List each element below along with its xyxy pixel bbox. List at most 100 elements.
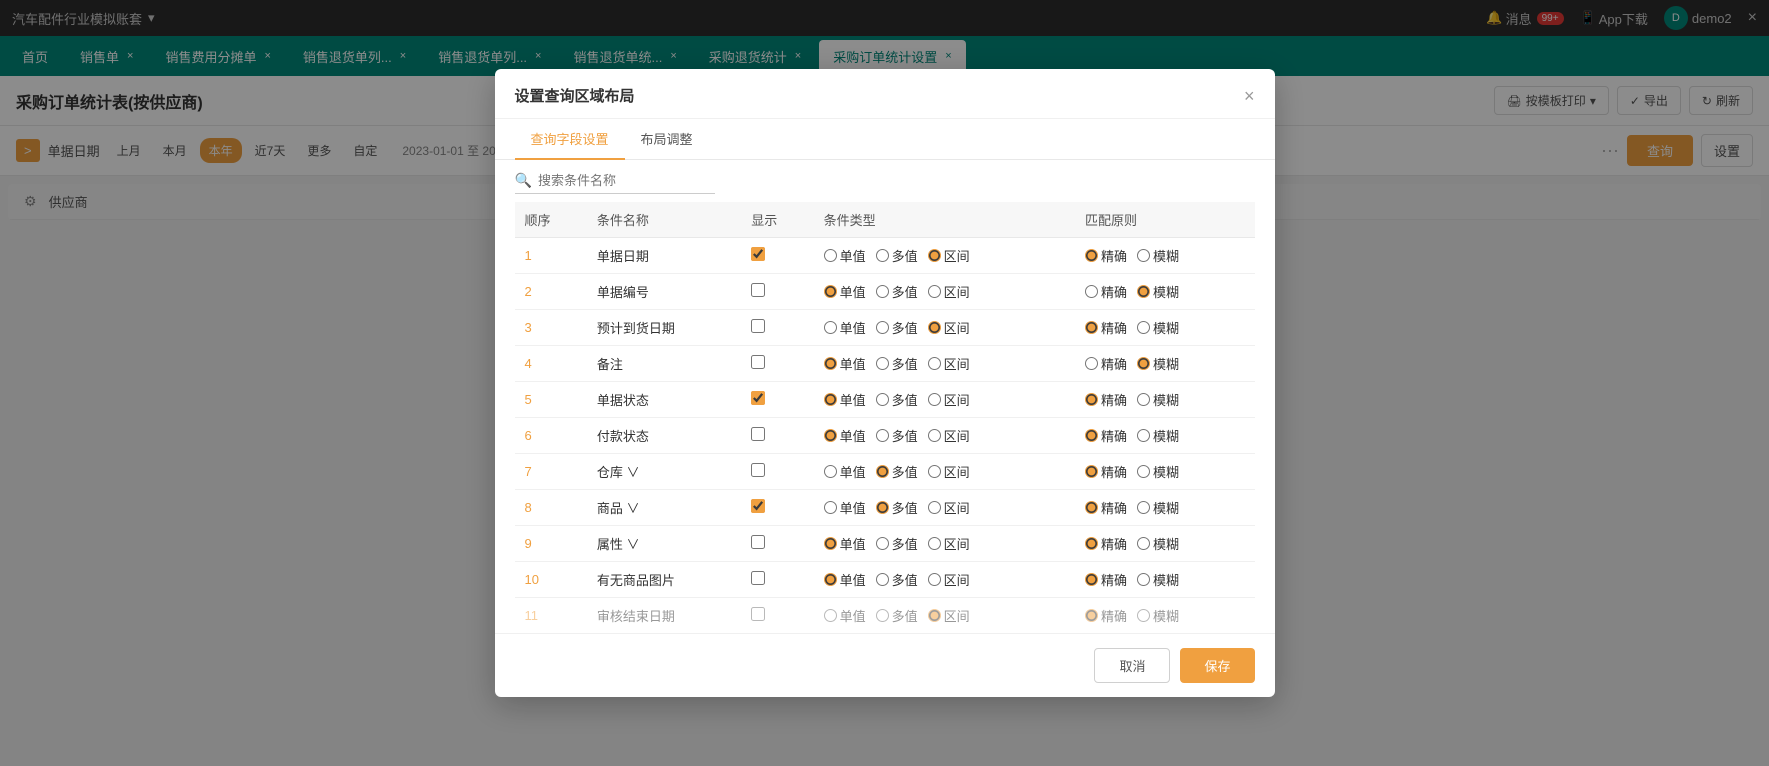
type-type_multi-option[interactable]: 多值 [876,354,918,373]
show-checkbox[interactable] [751,499,765,513]
match-match_fuzzy-option[interactable]: 模糊 [1137,318,1179,337]
type-type_range-option[interactable]: 区间 [928,390,970,409]
match-match_exact-option[interactable]: 精确 [1085,246,1127,265]
match-match_exact-option[interactable]: 精确 [1085,390,1127,409]
show-checkbox[interactable] [751,391,765,405]
match-match_fuzzy-option[interactable]: 模糊 [1137,246,1179,265]
show-checkbox[interactable] [751,355,765,369]
type-type_range-option[interactable]: 区间 [928,246,970,265]
table-row: 7仓库 ∨单值多值区间精确模糊 [515,454,1255,490]
match-match_exact-option[interactable]: 精确 [1085,354,1127,373]
modal-overlay: 设置查询区域布局 × 查询字段设置 布局调整 🔍 顺序 条件名称 显示 [0,0,1769,766]
show-cell [741,526,813,562]
seq-cell: 6 [515,418,587,454]
type-type_single-option[interactable]: 单值 [824,318,866,337]
match-match_fuzzy-option[interactable]: 模糊 [1137,426,1179,445]
match-match_exact-option[interactable]: 精确 [1085,570,1127,589]
type-type_range-option[interactable]: 区间 [928,318,970,337]
seq-cell: 1 [515,238,587,274]
match-match_exact-option[interactable]: 精确 [1085,534,1127,553]
name-cell: 仓库 ∨ [587,454,741,490]
type-type_multi-option[interactable]: 多值 [876,246,918,265]
type-type_single-option[interactable]: 单值 [824,462,866,481]
match-match_fuzzy-option[interactable]: 模糊 [1137,354,1179,373]
type-type_single-option[interactable]: 单值 [824,246,866,265]
type-type_range-option[interactable]: 区间 [928,606,970,625]
name-cell: 单据状态 [587,382,741,418]
show-checkbox[interactable] [751,607,765,621]
match-match_fuzzy-option[interactable]: 模糊 [1137,534,1179,553]
show-cell [741,346,813,382]
tab-query-fields[interactable]: 查询字段设置 [515,119,625,160]
type-type_range-option[interactable]: 区间 [928,354,970,373]
seq-cell: 4 [515,346,587,382]
cancel-button[interactable]: 取消 [1094,648,1170,683]
type-type_range-option[interactable]: 区间 [928,282,970,301]
show-checkbox[interactable] [751,535,765,549]
show-cell [741,274,813,310]
type-type_multi-option[interactable]: 多值 [876,282,918,301]
type-type_single-option[interactable]: 单值 [824,390,866,409]
seq-cell: 10 [515,562,587,598]
type-type_multi-option[interactable]: 多值 [876,570,918,589]
table-row: 8商品 ∨单值多值区间精确模糊 [515,490,1255,526]
type-type_multi-option[interactable]: 多值 [876,426,918,445]
type-type_range-option[interactable]: 区间 [928,534,970,553]
type-type_single-option[interactable]: 单值 [824,282,866,301]
type-type_multi-option[interactable]: 多值 [876,318,918,337]
show-checkbox[interactable] [751,319,765,333]
type-type_single-option[interactable]: 单值 [824,426,866,445]
match-match_fuzzy-option[interactable]: 模糊 [1137,498,1179,517]
type-cell: 单值多值区间 [814,346,1075,382]
settings-dialog: 设置查询区域布局 × 查询字段设置 布局调整 🔍 顺序 条件名称 显示 [495,69,1275,697]
match-match_exact-option[interactable]: 精确 [1085,606,1127,625]
match-match_exact-option[interactable]: 精确 [1085,318,1127,337]
show-cell [741,598,813,634]
dialog-close-button[interactable]: × [1244,87,1255,105]
type-type_multi-option[interactable]: 多值 [876,606,918,625]
type-type_single-option[interactable]: 单值 [824,534,866,553]
type-type_multi-option[interactable]: 多值 [876,534,918,553]
match-match_exact-option[interactable]: 精确 [1085,462,1127,481]
show-cell [741,454,813,490]
seq-cell: 2 [515,274,587,310]
match-match_exact-option[interactable]: 精确 [1085,498,1127,517]
match-cell: 精确模糊 [1075,274,1255,310]
search-input[interactable] [538,173,698,188]
type-type_single-option[interactable]: 单值 [824,354,866,373]
show-checkbox[interactable] [751,283,765,297]
name-cell: 付款状态 [587,418,741,454]
type-type_single-option[interactable]: 单值 [824,498,866,517]
type-type_multi-option[interactable]: 多值 [876,498,918,517]
table-row: 1单据日期单值多值区间精确模糊 [515,238,1255,274]
show-checkbox[interactable] [751,463,765,477]
match-cell: 精确模糊 [1075,238,1255,274]
type-type_multi-option[interactable]: 多值 [876,390,918,409]
show-checkbox[interactable] [751,427,765,441]
match-match_fuzzy-option[interactable]: 模糊 [1137,282,1179,301]
type-type_single-option[interactable]: 单值 [824,570,866,589]
dialog-footer: 取消 保存 [495,633,1275,697]
type-type_single-option[interactable]: 单值 [824,606,866,625]
table-row: 11审核结束日期单值多值区间精确模糊 [515,598,1255,634]
match-match_fuzzy-option[interactable]: 模糊 [1137,606,1179,625]
show-checkbox[interactable] [751,571,765,585]
type-cell: 单值多值区间 [814,382,1075,418]
type-type_range-option[interactable]: 区间 [928,426,970,445]
type-type_multi-option[interactable]: 多值 [876,462,918,481]
type-type_range-option[interactable]: 区间 [928,570,970,589]
save-button[interactable]: 保存 [1180,648,1254,683]
type-type_range-option[interactable]: 区间 [928,462,970,481]
type-cell: 单值多值区间 [814,490,1075,526]
seq-cell: 3 [515,310,587,346]
match-match_exact-option[interactable]: 精确 [1085,426,1127,445]
match-match_exact-option[interactable]: 精确 [1085,282,1127,301]
type-type_range-option[interactable]: 区间 [928,498,970,517]
match-match_fuzzy-option[interactable]: 模糊 [1137,390,1179,409]
type-cell: 单值多值区间 [814,562,1075,598]
match-match_fuzzy-option[interactable]: 模糊 [1137,570,1179,589]
match-cell: 精确模糊 [1075,418,1255,454]
tab-layout[interactable]: 布局调整 [625,119,709,160]
match-match_fuzzy-option[interactable]: 模糊 [1137,462,1179,481]
show-checkbox[interactable] [751,247,765,261]
